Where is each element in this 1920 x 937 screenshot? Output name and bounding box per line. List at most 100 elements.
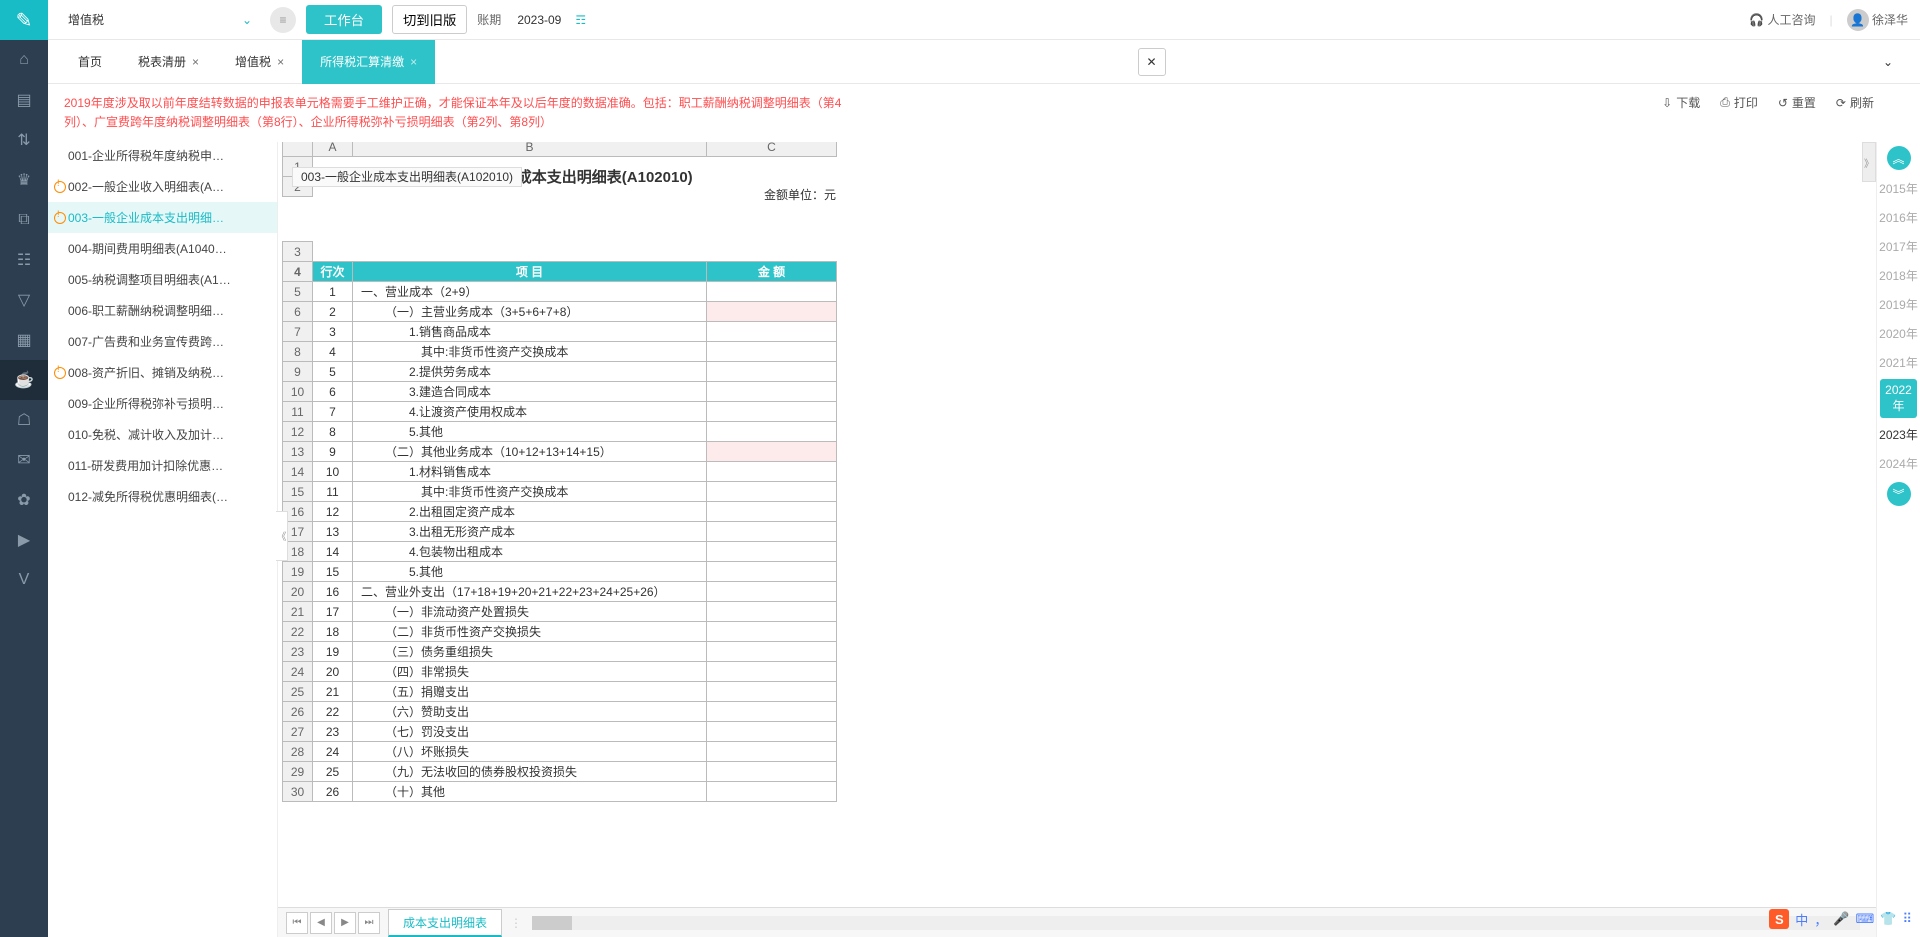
cell-amount[interactable] xyxy=(707,562,837,582)
cell-amount[interactable] xyxy=(707,302,837,322)
form-item[interactable]: 011-研发费用加计扣除优惠… xyxy=(48,450,277,481)
form-item[interactable]: 009-企业所得税弥补亏损明… xyxy=(48,388,277,419)
nav-archive-icon[interactable]: ☖ xyxy=(0,400,48,440)
nav-home-icon[interactable]: ⌂ xyxy=(0,40,48,80)
year-option[interactable]: 2022年 xyxy=(1880,379,1917,418)
year-option[interactable]: 2017年 xyxy=(1877,232,1920,261)
nav-inbox-icon[interactable]: ✉ xyxy=(0,440,48,480)
year-option[interactable]: 2016年 xyxy=(1877,203,1920,232)
cell-seq[interactable]: 3 xyxy=(313,322,353,342)
cell-amount[interactable] xyxy=(707,742,837,762)
cell-item[interactable]: 4.包装物出租成本 xyxy=(353,542,707,562)
year-option[interactable]: 2023年 xyxy=(1877,420,1920,449)
nav-calendar-icon[interactable]: ▦ xyxy=(0,320,48,360)
cell-seq[interactable]: 21 xyxy=(313,682,353,702)
sheet-last-button[interactable]: ⏭ xyxy=(358,912,380,934)
cell-amount[interactable] xyxy=(707,282,837,302)
nav-tag-icon[interactable]: ▽ xyxy=(0,280,48,320)
cell-amount[interactable] xyxy=(707,462,837,482)
form-item[interactable]: 010-免税、减计收入及加计… xyxy=(48,419,277,450)
tab-所得税汇算清缴[interactable]: 所得税汇算清缴× xyxy=(302,40,435,84)
cell-item[interactable]: （二）其他业务成本（10+12+13+14+15） xyxy=(353,442,707,462)
download-button[interactable]: ⇩ 下载 xyxy=(1662,94,1700,111)
close-icon[interactable]: × xyxy=(277,55,284,69)
year-option[interactable]: 2021年 xyxy=(1877,348,1920,377)
nav-tax-icon[interactable]: ☕ xyxy=(0,360,48,400)
cell-seq[interactable]: 17 xyxy=(313,602,353,622)
nav-chart-icon[interactable]: ⇅ xyxy=(0,120,48,160)
horizontal-scrollbar[interactable] xyxy=(532,916,1860,930)
consult-link[interactable]: 🎧 人工咨询 xyxy=(1749,11,1815,28)
cell-amount[interactable] xyxy=(707,602,837,622)
tab-税表清册[interactable]: 税表清册× xyxy=(120,40,217,84)
cell-item[interactable]: （一）非流动资产处置损失 xyxy=(353,602,707,622)
cell-item[interactable]: （四）非常损失 xyxy=(353,662,707,682)
cell-item[interactable]: 1.材料销售成本 xyxy=(353,462,707,482)
cell-amount[interactable] xyxy=(707,402,837,422)
workbench-button[interactable]: 工作台 xyxy=(306,5,382,34)
period-value[interactable]: 2023-09 xyxy=(517,13,561,27)
cell-item[interactable]: 5.其他 xyxy=(353,422,707,442)
cell-seq[interactable]: 5 xyxy=(313,362,353,382)
cell-seq[interactable]: 2 xyxy=(313,302,353,322)
sheet-tab[interactable]: 成本支出明细表 xyxy=(388,909,502,937)
print-button[interactable]: ⎙ 打印 xyxy=(1720,94,1758,111)
cell-seq[interactable]: 11 xyxy=(313,482,353,502)
year-option[interactable]: 2015年 xyxy=(1877,174,1920,203)
sheet-next-button[interactable]: ▶ xyxy=(334,912,356,934)
cell-item[interactable]: 3.出租无形资产成本 xyxy=(353,522,707,542)
expand-panel-handle[interactable]: 》 xyxy=(1862,142,1876,182)
cell-item[interactable]: 其中:非货币性资产交换成本 xyxy=(353,482,707,502)
cell-item[interactable]: （一）主营业务成本（3+5+6+7+8） xyxy=(353,302,707,322)
sheet-prev-button[interactable]: ◀ xyxy=(310,912,332,934)
cell-seq[interactable]: 25 xyxy=(313,762,353,782)
form-item[interactable]: 012-减免所得税优惠明细表(… xyxy=(48,481,277,512)
cell-item[interactable]: 2.出租固定资产成本 xyxy=(353,502,707,522)
cell-seq[interactable]: 26 xyxy=(313,782,353,802)
year-option[interactable]: 2019年 xyxy=(1877,290,1920,319)
cell-seq[interactable]: 23 xyxy=(313,722,353,742)
year-up-button[interactable]: ︽ xyxy=(1887,146,1911,170)
cell-amount[interactable] xyxy=(707,782,837,802)
cell-amount[interactable] xyxy=(707,422,837,442)
cell-seq[interactable]: 19 xyxy=(313,642,353,662)
cell-item[interactable]: 3.建造合同成本 xyxy=(353,382,707,402)
cell-seq[interactable]: 1 xyxy=(313,282,353,302)
form-item[interactable]: 006-职工薪酬纳税调整明细… xyxy=(48,295,277,326)
close-all-tabs-button[interactable]: ✕ xyxy=(1138,48,1166,76)
sheet-first-button[interactable]: ⏮ xyxy=(286,912,308,934)
cell-item[interactable]: （三）债务重组损失 xyxy=(353,642,707,662)
cell-seq[interactable]: 12 xyxy=(313,502,353,522)
cell-amount[interactable] xyxy=(707,682,837,702)
nav-doc-icon[interactable]: ▤ xyxy=(0,80,48,120)
cell-item[interactable]: （七）罚没支出 xyxy=(353,722,707,742)
nav-v-icon[interactable]: V xyxy=(0,560,48,600)
cell-amount[interactable] xyxy=(707,342,837,362)
cell-amount[interactable] xyxy=(707,702,837,722)
cell-seq[interactable]: 18 xyxy=(313,622,353,642)
cell-amount[interactable] xyxy=(707,622,837,642)
cell-amount[interactable] xyxy=(707,642,837,662)
cell-item[interactable]: 4.让渡资产使用权成本 xyxy=(353,402,707,422)
tab-增值税[interactable]: 增值税× xyxy=(217,40,302,84)
nav-video-icon[interactable]: ▶ xyxy=(0,520,48,560)
cell-item[interactable]: 5.其他 xyxy=(353,562,707,582)
year-option[interactable]: 2020年 xyxy=(1877,319,1920,348)
cell-amount[interactable] xyxy=(707,582,837,602)
cell-seq[interactable]: 13 xyxy=(313,522,353,542)
collapse-sidebar-handle[interactable]: 《 xyxy=(276,511,288,561)
ime-toolbar[interactable]: S 中，🎤⌨👕⠿ xyxy=(1769,909,1912,929)
cell-seq[interactable]: 14 xyxy=(313,542,353,562)
tab-首页[interactable]: 首页 xyxy=(60,40,120,84)
cell-amount[interactable] xyxy=(707,482,837,502)
cell-item[interactable]: （二）非货币性资产交换损失 xyxy=(353,622,707,642)
calendar-icon[interactable]: ☶ xyxy=(575,13,586,27)
form-item[interactable]: 008-资产折旧、摊销及纳税… xyxy=(48,357,277,388)
cell-amount[interactable] xyxy=(707,502,837,522)
form-item[interactable]: 005-纳税调整项目明细表(A1… xyxy=(48,264,277,295)
form-item[interactable]: 001-企业所得税年度纳税申… xyxy=(48,140,277,171)
cell-seq[interactable]: 7 xyxy=(313,402,353,422)
year-down-button[interactable]: ︾ xyxy=(1887,482,1911,506)
cell-seq[interactable]: 20 xyxy=(313,662,353,682)
year-option[interactable]: 2024年 xyxy=(1877,449,1920,478)
